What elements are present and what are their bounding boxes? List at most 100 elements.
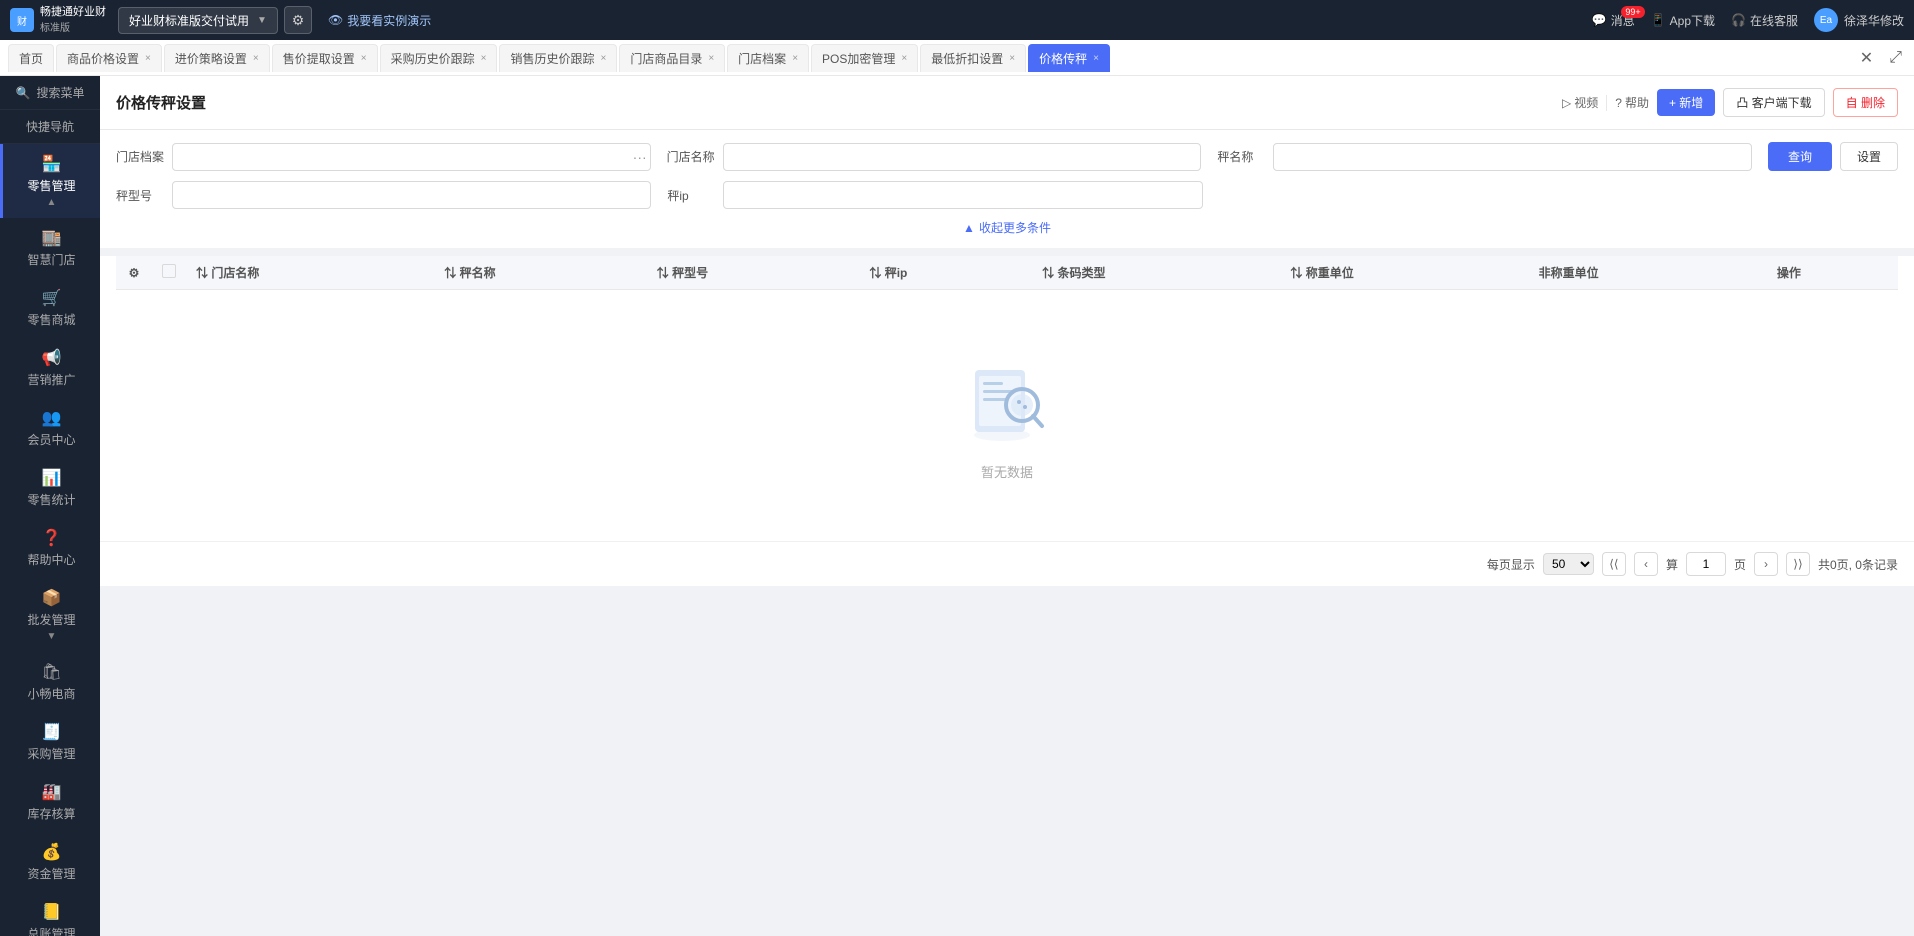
maximize-icon[interactable]: ⤢ bbox=[1885, 49, 1906, 67]
scale-model-input[interactable] bbox=[172, 181, 651, 209]
sort-store-name-icon[interactable]: ⇅ bbox=[196, 266, 208, 280]
next-page-button[interactable]: › bbox=[1754, 552, 1778, 576]
tab-purchase-history[interactable]: 采购历史价跟踪 × bbox=[380, 44, 498, 72]
per-page-select[interactable]: 50 10 20 100 bbox=[1543, 553, 1594, 575]
store-file-label: 门店档案 bbox=[116, 148, 164, 165]
last-page-button[interactable]: ⟩⟩ bbox=[1786, 552, 1810, 576]
delete-button[interactable]: 自 删除 bbox=[1833, 88, 1898, 117]
notification-button[interactable]: 💬 消息 99+ bbox=[1592, 12, 1635, 29]
close-window-icon[interactable]: ✕ bbox=[1856, 48, 1877, 68]
scale-ip-input[interactable] bbox=[723, 181, 1202, 209]
demo-link[interactable]: 👁 我要看实例演示 bbox=[328, 12, 431, 29]
sort-scale-model-icon[interactable]: ⇅ bbox=[657, 266, 669, 280]
first-page-button[interactable]: ⟨⟨ bbox=[1602, 552, 1626, 576]
sidebar-item-finance-manage[interactable]: 💰 资金管理 bbox=[0, 832, 100, 892]
eye-icon: 👁 bbox=[328, 13, 343, 27]
sidebar-item-smart-store[interactable]: 🏬 智慧门店 bbox=[0, 218, 100, 278]
search-form-row-2: 秤型号 秤ip bbox=[116, 181, 1898, 209]
tab-purchase-history-close[interactable]: × bbox=[481, 53, 487, 64]
tab-home-label: 首页 bbox=[19, 50, 43, 67]
scale-name-input[interactable] bbox=[1273, 143, 1752, 171]
tab-store-catalog-close[interactable]: × bbox=[708, 53, 714, 64]
collapse-up-icon: ▲ bbox=[963, 221, 975, 235]
tab-purchase-strategy-close[interactable]: × bbox=[253, 53, 259, 64]
online-service-button[interactable]: 🎧 在线客服 bbox=[1731, 12, 1798, 29]
tab-goods-price-close[interactable]: × bbox=[145, 53, 151, 64]
sidebar-item-label: 零售商城 bbox=[27, 311, 75, 328]
tab-store-file[interactable]: 门店档案 × bbox=[727, 44, 809, 72]
sort-scale-ip-icon[interactable]: ⇅ bbox=[869, 266, 881, 280]
finance-icon: 💰 bbox=[42, 842, 62, 862]
content-area: 价格传秤设置 ▷ 视频 ? 帮助 + 新增 凸 客户端下载 自 删 bbox=[100, 76, 1914, 936]
tab-store-catalog[interactable]: 门店商品目录 × bbox=[619, 44, 725, 72]
th-weight-unit: ⇅ 称重单位 bbox=[1280, 256, 1528, 290]
query-button[interactable]: 查询 bbox=[1768, 142, 1832, 171]
table-container: ⚙ ⇅ 门店名称 ⇅ 秤名称 bbox=[100, 256, 1914, 541]
tab-bar: 首页 商品价格设置 × 进价策略设置 × 售价提取设置 × 采购历史价跟踪 × … bbox=[0, 40, 1914, 76]
sidebar-quick-nav[interactable]: 快捷导航 bbox=[0, 110, 100, 144]
sort-scale-name-icon[interactable]: ⇅ bbox=[444, 266, 456, 280]
tab-goods-price[interactable]: 商品价格设置 × bbox=[56, 44, 162, 72]
sidebar-item-label: 采购管理 bbox=[27, 745, 75, 762]
tab-min-discount[interactable]: 最低折扣设置 × bbox=[920, 44, 1026, 72]
tab-pos-manage[interactable]: POS加密管理 × bbox=[811, 44, 918, 72]
sidebar-item-label: 批发管理 bbox=[27, 611, 75, 628]
page-actions: ▷ 视频 ? 帮助 + 新增 凸 客户端下载 自 删除 bbox=[1562, 88, 1898, 117]
app-download-button[interactable]: 📱 App下载 bbox=[1651, 12, 1715, 29]
sidebar-item-label: 库存核算 bbox=[27, 805, 75, 822]
sidebar-item-retail-mall[interactable]: 🛒 零售商城 bbox=[0, 278, 100, 338]
store-name-input[interactable] bbox=[723, 143, 1202, 171]
download-client-button[interactable]: 凸 客户端下载 bbox=[1723, 88, 1824, 117]
app-selector[interactable]: 好业财标准版交付试用 ▼ bbox=[118, 7, 278, 34]
tab-sales-history-close[interactable]: × bbox=[600, 53, 606, 64]
sidebar-item-marketing[interactable]: 📢 营销推广 bbox=[0, 338, 100, 398]
settings-icon[interactable]: ⚙ bbox=[284, 6, 312, 34]
page-number-input[interactable] bbox=[1686, 552, 1726, 576]
tab-home[interactable]: 首页 bbox=[8, 44, 54, 72]
tab-purchase-strategy[interactable]: 进价策略设置 × bbox=[164, 44, 270, 72]
th-gear[interactable]: ⚙ bbox=[116, 256, 152, 290]
collapse-label: 收起更多条件 bbox=[979, 219, 1051, 236]
tab-sale-price-close[interactable]: × bbox=[361, 53, 367, 64]
tab-store-file-close[interactable]: × bbox=[792, 53, 798, 64]
sidebar-item-label: 营销推广 bbox=[27, 371, 75, 388]
chevron-down-icon: ▼ bbox=[47, 631, 57, 642]
sidebar-item-member-center[interactable]: 👥 会员中心 bbox=[0, 398, 100, 458]
table-header-row: ⚙ ⇅ 门店名称 ⇅ 秤名称 bbox=[116, 256, 1898, 290]
prev-page-button[interactable]: ‹ bbox=[1634, 552, 1658, 576]
th-checkbox[interactable] bbox=[152, 256, 186, 290]
ellipsis-icon[interactable]: ··· bbox=[633, 149, 647, 165]
tab-sales-history-label: 销售历史价跟踪 bbox=[510, 50, 594, 67]
tab-pos-manage-close[interactable]: × bbox=[901, 53, 907, 64]
marketing-icon: 📢 bbox=[42, 348, 62, 368]
sidebar-item-inventory[interactable]: 🏭 库存核算 bbox=[0, 772, 100, 832]
tab-pos-manage-label: POS加密管理 bbox=[822, 50, 895, 67]
tab-min-discount-close[interactable]: × bbox=[1009, 53, 1015, 64]
sidebar-item-retail-manage[interactable]: 🏪 零售管理 ▲ bbox=[0, 144, 100, 218]
tab-sale-price[interactable]: 售价提取设置 × bbox=[272, 44, 378, 72]
sidebar-search[interactable]: 🔍 搜索菜单 bbox=[0, 76, 100, 110]
user-area[interactable]: Ea 徐泽华修改 bbox=[1814, 8, 1904, 32]
next-icon: › bbox=[1764, 557, 1768, 571]
settings-query-button[interactable]: 设置 bbox=[1840, 142, 1898, 171]
logo-icon: 财 bbox=[10, 8, 34, 32]
store-file-input[interactable] bbox=[172, 143, 651, 171]
th-scale-name: ⇅ 秤名称 bbox=[434, 256, 647, 290]
sidebar-item-retail-stats[interactable]: 📊 零售统计 bbox=[0, 458, 100, 518]
header-checkbox[interactable] bbox=[162, 264, 176, 278]
sidebar-item-ledger-manage[interactable]: 📒 总账管理 bbox=[0, 892, 100, 936]
tab-price-scale[interactable]: 价格传秤 × bbox=[1028, 44, 1110, 72]
video-link[interactable]: ▷ 视频 bbox=[1562, 94, 1598, 111]
sidebar-item-help-center[interactable]: ❓ 帮助中心 bbox=[0, 518, 100, 578]
sidebar-item-xiao-chang[interactable]: 🛍 小畅电商 bbox=[0, 652, 100, 712]
tab-price-scale-close[interactable]: × bbox=[1093, 53, 1099, 64]
add-button[interactable]: + 新增 bbox=[1657, 89, 1715, 116]
tab-sales-history[interactable]: 销售历史价跟踪 × bbox=[499, 44, 617, 72]
sidebar-item-wholesale-manage[interactable]: 📦 批发管理 ▼ bbox=[0, 578, 100, 652]
sort-weight-unit-icon[interactable]: ⇅ bbox=[1290, 266, 1302, 280]
sort-barcode-type-icon[interactable]: ⇅ bbox=[1042, 266, 1054, 280]
help-link[interactable]: ? 帮助 bbox=[1615, 94, 1649, 111]
page-header: 价格传秤设置 ▷ 视频 ? 帮助 + 新增 凸 客户端下载 自 删 bbox=[100, 76, 1914, 130]
collapse-row[interactable]: ▲ 收起更多条件 bbox=[116, 219, 1898, 236]
sidebar-item-purchase-manage[interactable]: 🧾 采购管理 bbox=[0, 712, 100, 772]
